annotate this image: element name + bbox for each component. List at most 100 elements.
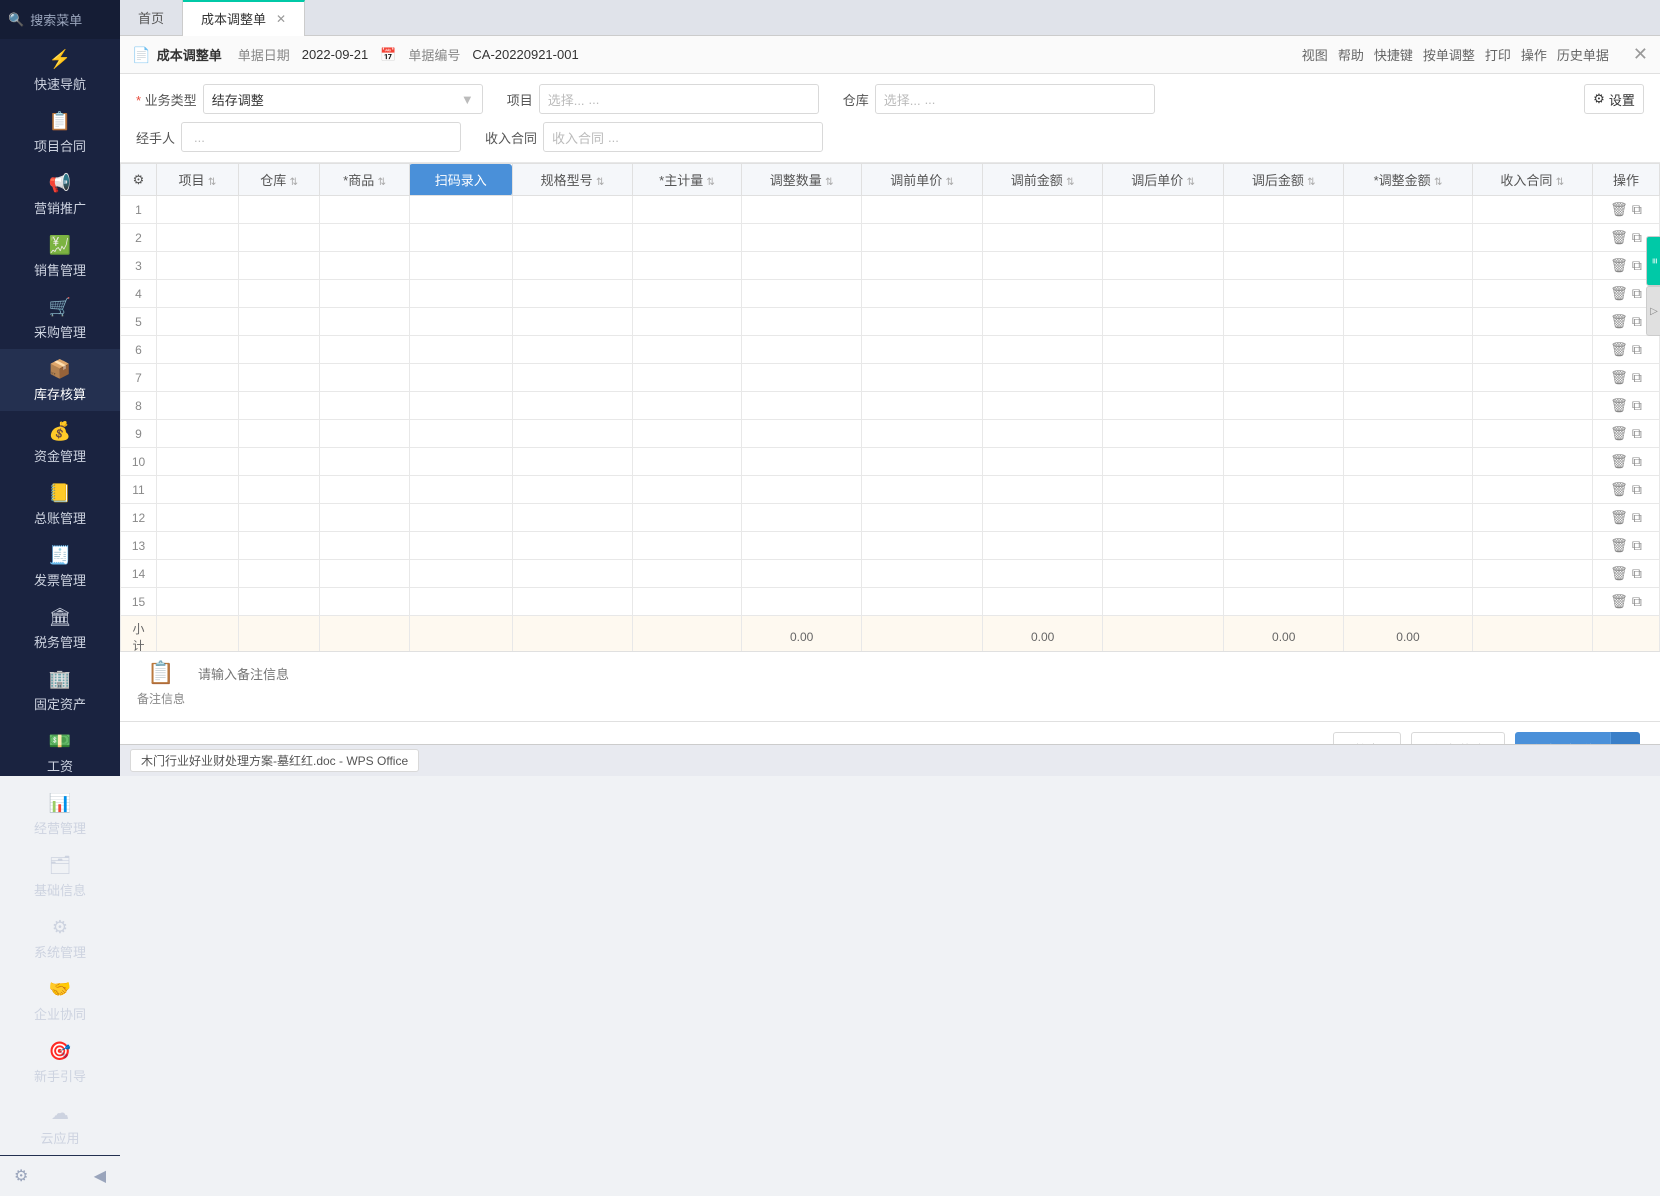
cell-row2-after_price[interactable] bbox=[1103, 224, 1224, 252]
cell-row11-warehouse[interactable] bbox=[238, 476, 320, 504]
cell-row14-unit[interactable] bbox=[633, 560, 742, 588]
cell-row1-adj_amount[interactable] bbox=[1344, 196, 1472, 224]
delete-row-14-icon[interactable]: 🗑 bbox=[1610, 565, 1628, 582]
settings-icon[interactable]: ⚙ bbox=[14, 1166, 28, 1186]
tool-view[interactable]: 视图 bbox=[1302, 45, 1328, 64]
cell-row8-unit[interactable] bbox=[633, 392, 742, 420]
cell-row12-goods[interactable] bbox=[320, 504, 409, 532]
cell-row14-adj_qty[interactable] bbox=[741, 560, 862, 588]
cell-row15-adj_amount[interactable] bbox=[1344, 588, 1472, 616]
cell-row6-warehouse[interactable] bbox=[238, 336, 320, 364]
cell-row1-before_amount[interactable] bbox=[982, 196, 1103, 224]
cell-row6-before_amount[interactable] bbox=[982, 336, 1103, 364]
cell-row4-before_price[interactable] bbox=[862, 280, 983, 308]
cell-row7-unit[interactable] bbox=[633, 364, 742, 392]
agent-input[interactable]: ... bbox=[181, 122, 461, 152]
cell-row13-goods[interactable] bbox=[320, 532, 409, 560]
cell-row1-goods[interactable] bbox=[320, 196, 409, 224]
cell-row14-spec[interactable] bbox=[512, 560, 633, 588]
cell-row5-project[interactable] bbox=[157, 308, 239, 336]
tool-print[interactable]: 打印 bbox=[1485, 45, 1511, 64]
cell-row6-income_contract[interactable] bbox=[1472, 336, 1593, 364]
cell-row2-income_contract[interactable] bbox=[1472, 224, 1593, 252]
copy-row-4-icon[interactable]: ⧉ bbox=[1632, 285, 1642, 302]
cell-row13-before_amount[interactable] bbox=[982, 532, 1103, 560]
cell-row1-after_price[interactable] bbox=[1103, 196, 1224, 224]
cell-row4-scan[interactable] bbox=[409, 280, 512, 308]
cell-row8-warehouse[interactable] bbox=[238, 392, 320, 420]
copy-row-2-icon[interactable]: ⧉ bbox=[1632, 229, 1642, 246]
cell-row12-after_price[interactable] bbox=[1103, 504, 1224, 532]
sidebar-item-invoice[interactable]: 🧾 发票管理 bbox=[0, 535, 120, 597]
cell-row3-scan[interactable] bbox=[409, 252, 512, 280]
cell-row6-spec[interactable] bbox=[512, 336, 633, 364]
cell-row8-before_price[interactable] bbox=[862, 392, 983, 420]
cell-row13-after_price[interactable] bbox=[1103, 532, 1224, 560]
delete-row-6-icon[interactable]: 🗑 bbox=[1610, 341, 1628, 358]
cell-row10-scan[interactable] bbox=[409, 448, 512, 476]
cell-row15-after_price[interactable] bbox=[1103, 588, 1224, 616]
cell-row8-project[interactable] bbox=[157, 392, 239, 420]
tool-shortcuts[interactable]: 快捷键 bbox=[1374, 45, 1413, 64]
cell-row14-before_amount[interactable] bbox=[982, 560, 1103, 588]
delete-row-4-icon[interactable]: 🗑 bbox=[1610, 285, 1628, 302]
copy-row-7-icon[interactable]: ⧉ bbox=[1632, 369, 1642, 386]
cell-row6-adj_amount[interactable] bbox=[1344, 336, 1472, 364]
cell-row9-income_contract[interactable] bbox=[1472, 420, 1593, 448]
cell-row8-scan[interactable] bbox=[409, 392, 512, 420]
copy-row-14-icon[interactable]: ⧉ bbox=[1632, 565, 1642, 582]
cell-row12-before_price[interactable] bbox=[862, 504, 983, 532]
warehouse-input[interactable]: 选择... ... bbox=[875, 84, 1155, 114]
cell-row11-income_contract[interactable] bbox=[1472, 476, 1593, 504]
cell-row10-after_amount[interactable] bbox=[1223, 448, 1344, 476]
cell-row2-project[interactable] bbox=[157, 224, 239, 252]
right-tab-detail[interactable]: ▷ bbox=[1646, 286, 1660, 336]
sidebar-item-sys-mgmt[interactable]: ⚙ 系统管理 bbox=[0, 907, 120, 969]
cell-row2-adj_qty[interactable] bbox=[741, 224, 862, 252]
cell-row12-before_amount[interactable] bbox=[982, 504, 1103, 532]
cell-row11-adj_qty[interactable] bbox=[741, 476, 862, 504]
cell-row3-unit[interactable] bbox=[633, 252, 742, 280]
cell-row5-scan[interactable] bbox=[409, 308, 512, 336]
cell-row4-warehouse[interactable] bbox=[238, 280, 320, 308]
cell-row10-before_amount[interactable] bbox=[982, 448, 1103, 476]
tool-help[interactable]: 帮助 bbox=[1338, 45, 1364, 64]
cell-row1-unit[interactable] bbox=[633, 196, 742, 224]
cell-row10-income_contract[interactable] bbox=[1472, 448, 1593, 476]
biz-type-input[interactable]: 结存调整 ▼ bbox=[203, 84, 483, 114]
cell-row7-warehouse[interactable] bbox=[238, 364, 320, 392]
cell-row1-warehouse[interactable] bbox=[238, 196, 320, 224]
cell-row5-unit[interactable] bbox=[633, 308, 742, 336]
cell-row11-adj_amount[interactable] bbox=[1344, 476, 1472, 504]
cell-row3-before_price[interactable] bbox=[862, 252, 983, 280]
cell-row2-scan[interactable] bbox=[409, 224, 512, 252]
cell-row11-project[interactable] bbox=[157, 476, 239, 504]
delete-row-3-icon[interactable]: 🗑 bbox=[1610, 257, 1628, 274]
cell-row6-scan[interactable] bbox=[409, 336, 512, 364]
sidebar-item-inventory[interactable]: 📦 库存核算 bbox=[0, 349, 120, 411]
cell-row2-unit[interactable] bbox=[633, 224, 742, 252]
sidebar-item-quick-nav[interactable]: ⚡ 快速导航 bbox=[0, 39, 120, 101]
cell-row3-after_amount[interactable] bbox=[1223, 252, 1344, 280]
window-close-button[interactable]: ✕ bbox=[1633, 44, 1648, 65]
gear-icon[interactable]: ⚙ bbox=[133, 172, 145, 187]
right-tab-list[interactable]: ≡ bbox=[1646, 236, 1660, 286]
th-gear[interactable]: ⚙ bbox=[121, 164, 157, 196]
tab-home[interactable]: 首页 bbox=[120, 0, 183, 36]
cell-row11-after_price[interactable] bbox=[1103, 476, 1224, 504]
cell-row15-income_contract[interactable] bbox=[1472, 588, 1593, 616]
cell-row5-warehouse[interactable] bbox=[238, 308, 320, 336]
delete-row-10-icon[interactable]: 🗑 bbox=[1610, 453, 1628, 470]
sidebar-item-fixed-assets[interactable]: 🏢 固定资产 bbox=[0, 659, 120, 721]
tab-close-cost-adjust[interactable]: ✕ bbox=[276, 12, 286, 26]
delete-row-12-icon[interactable]: 🗑 bbox=[1610, 509, 1628, 526]
cell-row7-scan[interactable] bbox=[409, 364, 512, 392]
cell-row9-unit[interactable] bbox=[633, 420, 742, 448]
cell-row6-adj_qty[interactable] bbox=[741, 336, 862, 364]
cell-row1-scan[interactable] bbox=[409, 196, 512, 224]
cell-row8-before_amount[interactable] bbox=[982, 392, 1103, 420]
copy-row-10-icon[interactable]: ⧉ bbox=[1632, 453, 1642, 470]
delete-row-5-icon[interactable]: 🗑 bbox=[1610, 313, 1628, 330]
cell-row5-before_amount[interactable] bbox=[982, 308, 1103, 336]
cell-row15-adj_qty[interactable] bbox=[741, 588, 862, 616]
